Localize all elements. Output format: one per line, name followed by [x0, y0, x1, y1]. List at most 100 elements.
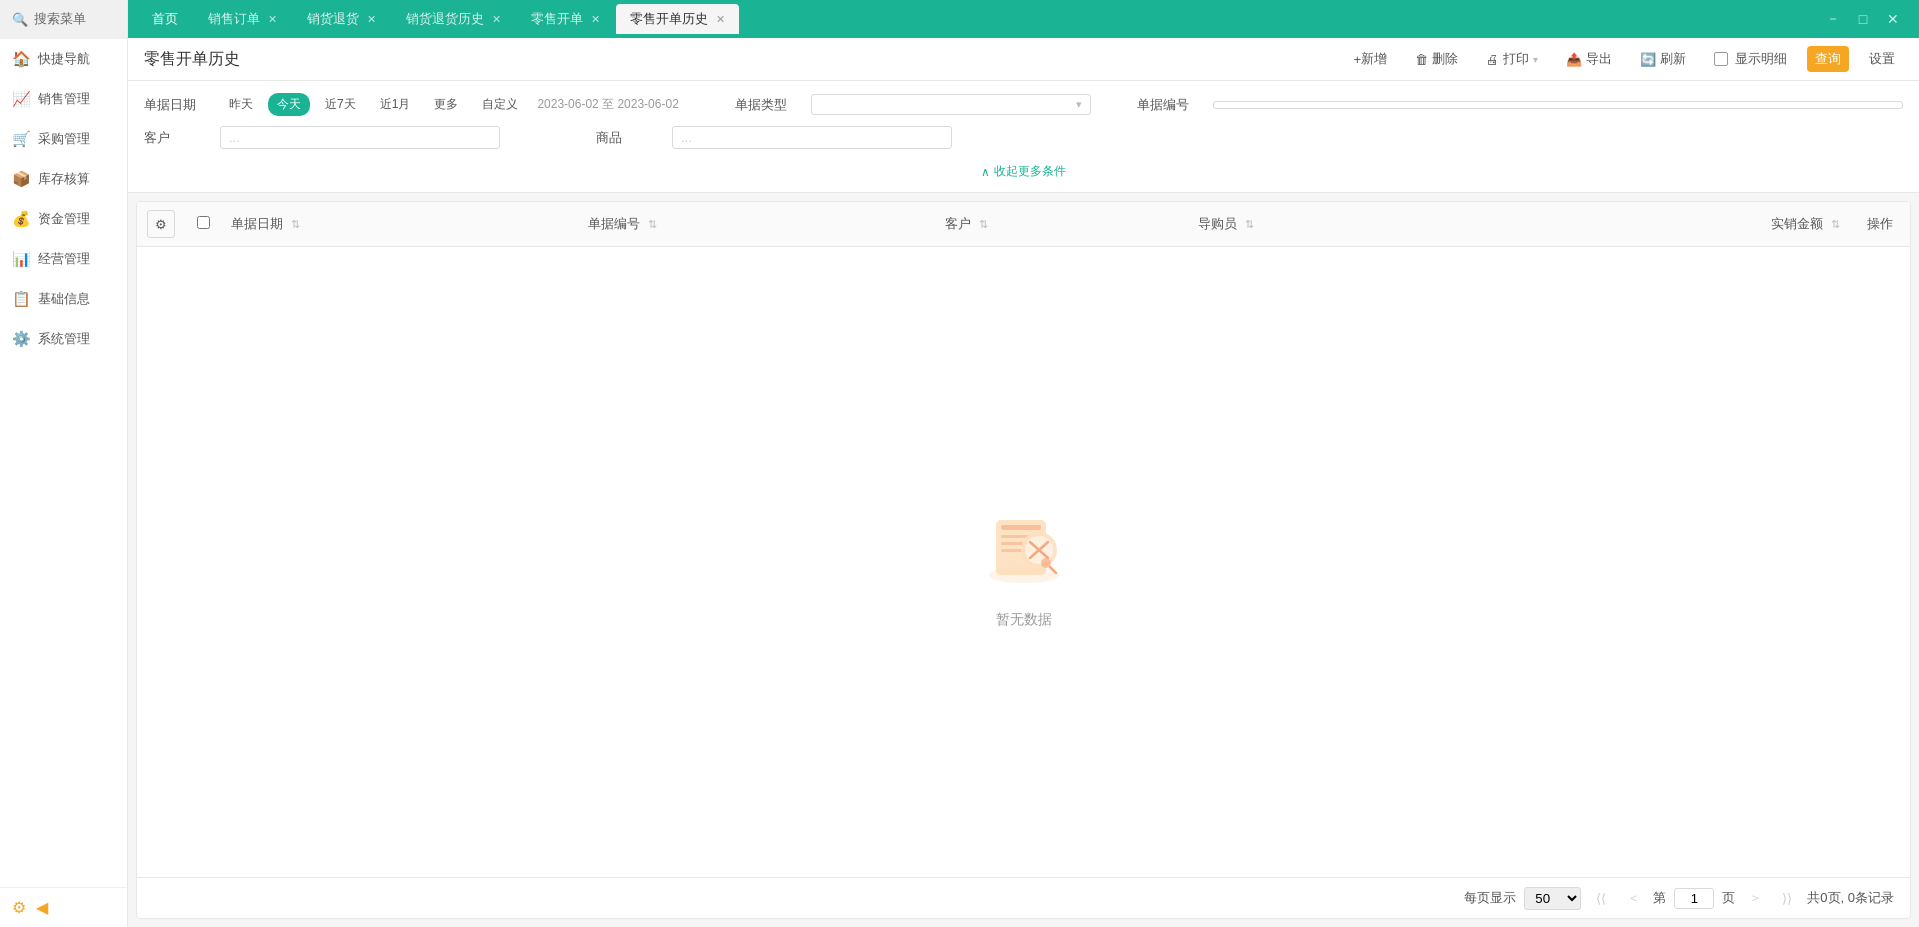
tab-sales-return[interactable]: 销货退货 ✕: [293, 4, 390, 34]
checkbox-icon: [1714, 52, 1728, 66]
th-customer[interactable]: 客户 ⇅: [935, 202, 1187, 247]
filter-date-buttons: 昨天 今天 近7天 近1月 更多 自定义 2023-06-02 至 2023-0…: [220, 93, 679, 116]
type-select[interactable]: ▾: [811, 94, 1091, 115]
date-btn-yesterday[interactable]: 昨天: [220, 93, 262, 116]
refresh-icon: 🔄: [1640, 52, 1656, 67]
tab-close-sales-return-history[interactable]: ✕: [492, 13, 501, 26]
current-page-input[interactable]: [1674, 888, 1714, 909]
data-table: ⚙ 单据日期 ⇅ 单据编号 ⇅: [137, 202, 1910, 247]
page-label-before: 第: [1653, 889, 1666, 907]
minimize-btn[interactable]: －: [1822, 8, 1844, 30]
customer-dots: ...: [229, 130, 240, 145]
sidebar-item-operations[interactable]: 📊 经营管理: [0, 239, 127, 279]
goods-dots: ...: [681, 130, 692, 145]
per-page-select[interactable]: 50 100 200: [1524, 887, 1581, 910]
refresh-button[interactable]: 🔄 刷新: [1632, 46, 1694, 72]
per-page-label: 每页显示: [1464, 889, 1516, 907]
tab-close-sales-return[interactable]: ✕: [367, 13, 376, 26]
prev-page-btn[interactable]: ＜: [1621, 886, 1645, 910]
sidebar-item-label: 基础信息: [38, 290, 90, 308]
sidebar-item-purchase-mgmt[interactable]: 🛒 采购管理: [0, 119, 127, 159]
tab-sales-order[interactable]: 销售订单 ✕: [194, 4, 291, 34]
filter-area: 单据日期 昨天 今天 近7天 近1月 更多 自定义 2023-06-02 至 2…: [128, 81, 1919, 193]
tab-sales-return-history[interactable]: 销货退货历史 ✕: [392, 4, 515, 34]
filter-row-2: 客户 ... 商品 ...: [144, 126, 1903, 149]
th-guide[interactable]: 导购员 ⇅: [1188, 202, 1493, 247]
sidebar-search-label: 搜索菜单: [34, 10, 86, 28]
sidebar-item-label: 经营管理: [38, 250, 90, 268]
tab-retail-history[interactable]: 零售开单历史 ✕: [616, 4, 739, 34]
settings-button[interactable]: 设置: [1861, 46, 1903, 72]
tab-close-retail-history[interactable]: ✕: [716, 13, 725, 26]
print-button[interactable]: 🖨 打印 ▾: [1478, 46, 1546, 72]
table-settings-btn[interactable]: ⚙: [147, 210, 175, 238]
th-checkbox: [185, 202, 221, 247]
date-btn-more[interactable]: 更多: [425, 93, 467, 116]
total-info: 共0页, 0条记录: [1807, 889, 1894, 907]
date-btn-last-month[interactable]: 近1月: [371, 93, 420, 116]
sidebar-item-inventory[interactable]: 📦 库存核算: [0, 159, 127, 199]
type-label: 单据类型: [735, 96, 795, 114]
date-btn-today[interactable]: 今天: [268, 93, 310, 116]
filter-row-1: 单据日期 昨天 今天 近7天 近1月 更多 自定义 2023-06-02 至 2…: [144, 93, 1903, 116]
th-date[interactable]: 单据日期 ⇅: [221, 202, 578, 247]
sidebar-item-sales-mgmt[interactable]: 📈 销售管理: [0, 79, 127, 119]
sort-number-icon: ⇅: [648, 218, 657, 230]
sort-date-icon: ⇅: [291, 218, 300, 230]
sort-guide-icon: ⇅: [1245, 218, 1254, 230]
inventory-icon: 📦: [12, 170, 30, 188]
date-btn-custom[interactable]: 自定义: [473, 93, 527, 116]
close-btn[interactable]: ✕: [1882, 8, 1904, 30]
next-page-btn[interactable]: ＞: [1743, 886, 1767, 910]
print-icon: 🖨: [1486, 52, 1499, 67]
collapse-filter-btn[interactable]: ∧ 收起更多条件: [144, 159, 1903, 184]
export-icon: 📤: [1566, 52, 1582, 67]
sales-icon: 📈: [12, 90, 30, 108]
sidebar-search[interactable]: 🔍 搜索菜单: [0, 0, 127, 39]
tab-bar: 首页 销售订单 ✕ 销货退货 ✕ 销货退货历史 ✕ 零售开单 ✕ 零售开单历史 …: [128, 0, 1919, 38]
export-button[interactable]: 📤 导出: [1558, 46, 1620, 72]
th-number[interactable]: 单据编号 ⇅: [578, 202, 935, 247]
tab-close-retail-open[interactable]: ✕: [591, 13, 600, 26]
customer-input[interactable]: ...: [220, 126, 500, 149]
goods-label: 商品: [596, 129, 656, 147]
page-label-after: 页: [1722, 889, 1735, 907]
maximize-btn[interactable]: □: [1852, 8, 1874, 30]
last-page-btn[interactable]: ⟩⟩: [1775, 886, 1799, 910]
date-label: 单据日期: [144, 96, 204, 114]
th-amount[interactable]: 实销金额 ⇅: [1493, 202, 1850, 247]
tab-close-sales-order[interactable]: ✕: [268, 13, 277, 26]
settings-footer-btn[interactable]: ⚙: [12, 898, 26, 917]
display-detail-button[interactable]: 显示明细: [1706, 46, 1795, 72]
sidebar-item-basic-info[interactable]: 📋 基础信息: [0, 279, 127, 319]
delete-button[interactable]: 🗑 删除: [1407, 46, 1466, 72]
sidebar-item-label: 快捷导航: [38, 50, 90, 68]
first-page-btn[interactable]: ⟨⟨: [1589, 886, 1613, 910]
collapse-sidebar-btn[interactable]: ◀: [36, 898, 48, 917]
finance-icon: 💰: [12, 210, 30, 228]
content-area: 零售开单历史 + 新增 🗑 删除 🖨 打印 ▾ 📤 导出: [128, 38, 1919, 927]
pagination: 每页显示 50 100 200 ⟨⟨ ＜ 第 页 ＞ ⟩⟩ 共0页, 0条记录: [137, 877, 1910, 918]
sort-amount-icon: ⇅: [1831, 218, 1840, 230]
sidebar-item-label: 资金管理: [38, 210, 90, 228]
chevron-up-icon: ∧: [981, 165, 990, 179]
svg-rect-2: [1001, 525, 1041, 530]
sidebar-item-finance[interactable]: 💰 资金管理: [0, 199, 127, 239]
search-icon: 🔍: [12, 12, 28, 27]
purchase-icon: 🛒: [12, 130, 30, 148]
number-input[interactable]: [1213, 101, 1903, 109]
goods-input[interactable]: ...: [672, 126, 952, 149]
empty-text: 暂无数据: [996, 611, 1052, 629]
home-icon: 🏠: [12, 50, 30, 68]
tab-retail-open[interactable]: 零售开单 ✕: [517, 4, 614, 34]
select-all-checkbox[interactable]: [197, 216, 210, 229]
query-button[interactable]: 查询: [1807, 46, 1849, 72]
sidebar-item-sys-mgmt[interactable]: ⚙️ 系统管理: [0, 319, 127, 359]
delete-icon: 🗑: [1415, 52, 1428, 67]
tab-home[interactable]: 首页: [138, 4, 192, 34]
date-btn-last7[interactable]: 近7天: [316, 93, 365, 116]
customer-label: 客户: [144, 129, 204, 147]
sidebar: 🔍 搜索菜单 🏠 快捷导航 📈 销售管理 🛒 采购管理 📦 库存核算 💰 资金管…: [0, 0, 128, 927]
add-button[interactable]: + 新增: [1345, 46, 1395, 72]
sidebar-item-quick-nav[interactable]: 🏠 快捷导航: [0, 39, 127, 79]
